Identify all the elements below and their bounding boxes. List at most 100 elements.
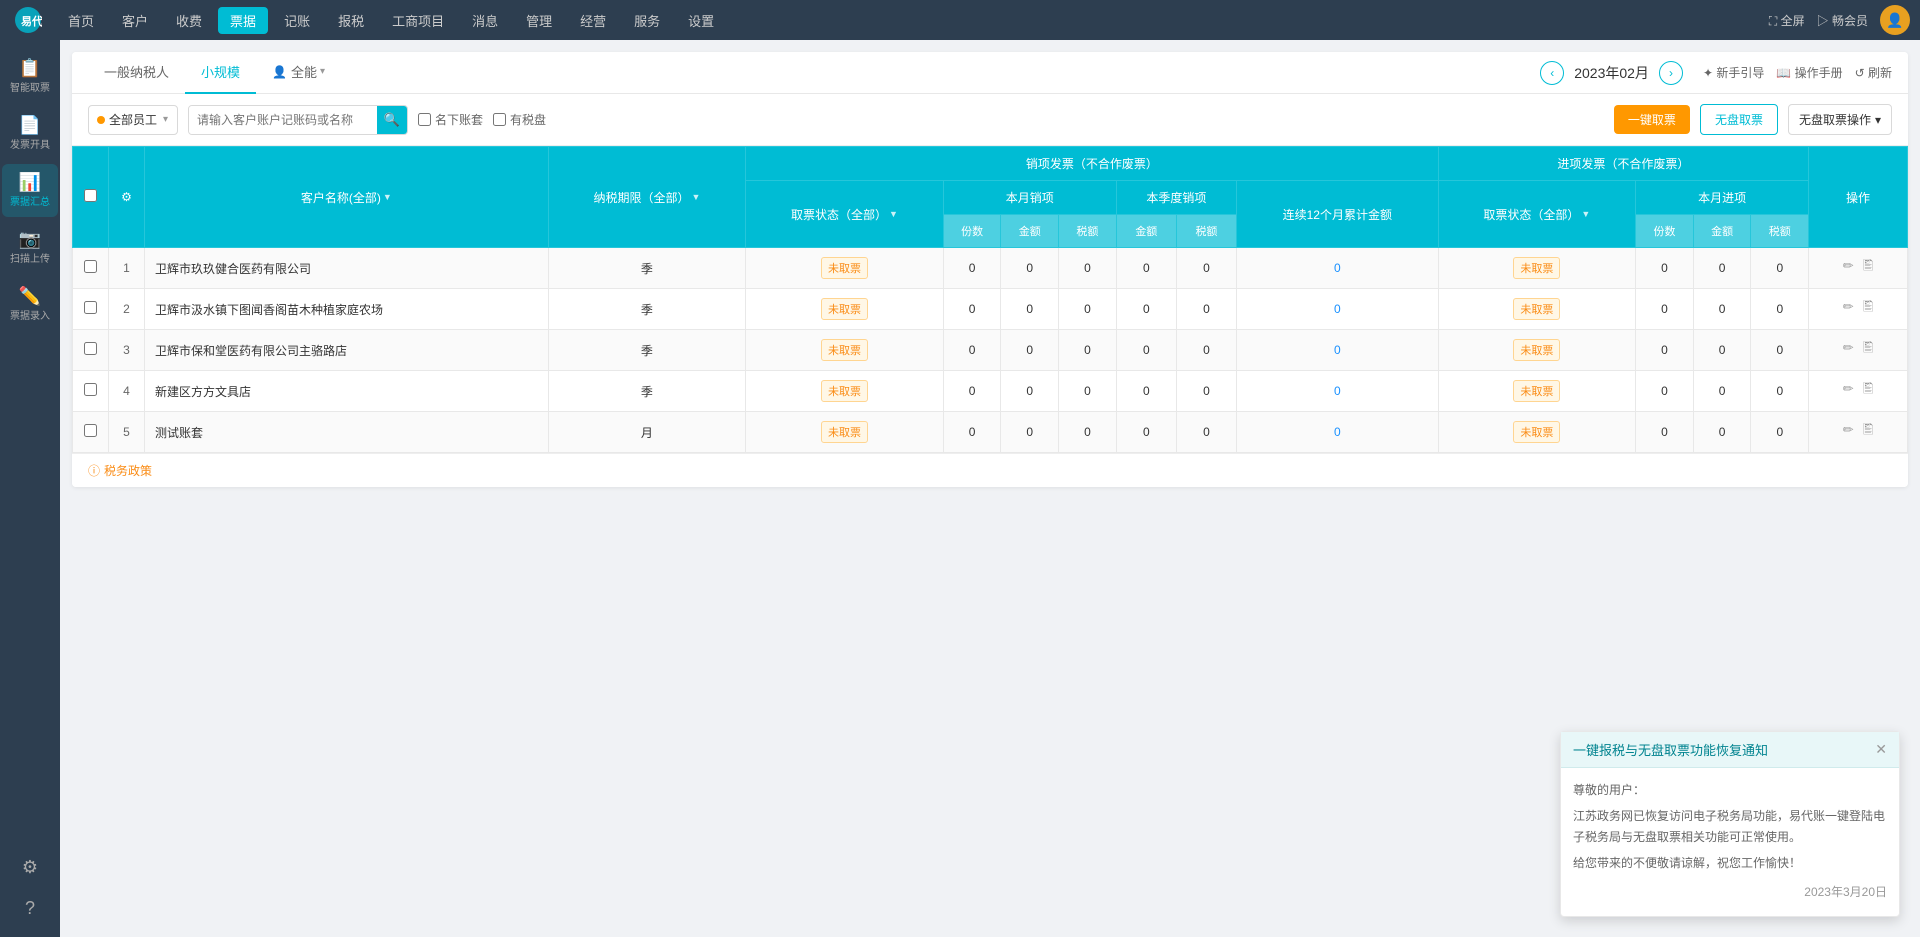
sidebar-label: 票据录入 [10,311,50,323]
row-purchase-status: 未取票 [1438,412,1636,453]
row-num: 1 [109,248,145,289]
top-nav: 易代 首页客户收费票据记账报税工商项目消息管理经营服务设置 ⛶ 全屏 ▷ 畅会员… [0,0,1920,40]
th-sales-month: 本月销项 [943,181,1116,215]
sidebar-item-票据汇总[interactable]: 📊 票据汇总 [2,164,58,217]
row-sm-shuie: 0 [1059,330,1117,371]
nav-item-收费[interactable]: 收费 [164,7,214,34]
row-sm-jine: 0 [1001,248,1059,289]
row-checkbox[interactable] [84,424,97,437]
sidebar-icon: ✏️ [19,286,41,307]
row-sq-shuie: 0 [1176,330,1236,371]
view-btn[interactable]: 🖺 [1860,419,1876,445]
view-btn[interactable]: 🖺 [1860,296,1876,322]
row-taxperiod: 季 [548,289,746,330]
sidebar-item-票据录入[interactable]: ✏️ 票据录入 [2,278,58,331]
row-checkbox[interactable] [84,301,97,314]
tab-all[interactable]: 👤 全能 ▾ [256,52,341,94]
fullscreen-btn[interactable]: ⛶ 全屏 [1769,12,1805,29]
nav-item-管理[interactable]: 管理 [514,7,564,34]
notif-content: 江苏政务网已恢复访问电子税务局功能，易代账一键登陆电子税务局与无盘取票相关功能可… [1573,806,1887,849]
row-sy-jine: 0 [1237,330,1439,371]
notif-close-btn[interactable]: ✕ [1875,741,1887,758]
view-btn[interactable]: 🖺 [1860,337,1876,363]
row-sm-shuie: 0 [1059,248,1117,289]
edit-btn[interactable]: ✏ [1840,338,1857,358]
sidebar-item-扫描上传[interactable]: 📷 扫描上传 [2,221,58,274]
sub-tabs-right: ✦ 新手引导 📖 操作手册 ↺ 刷新 [1703,64,1892,81]
th-settings[interactable]: ⚙ [109,147,145,248]
row-pm-fen: 0 [1636,412,1694,453]
view-btn[interactable]: 🖺 [1860,378,1876,404]
checkbox-taxpanel-input[interactable] [493,113,506,126]
sidebar-item-发票开具[interactable]: 📄 发票开具 [2,107,58,160]
logo[interactable]: 易代 [10,2,46,38]
refresh-btn[interactable]: ↺ 刷新 [1855,64,1892,81]
purchase-status-filter-icon[interactable]: ▼ [1581,209,1590,219]
sales-status-filter-icon[interactable]: ▼ [889,209,898,219]
sidebar-item-智能取票[interactable]: 📋 智能取票 [2,50,58,103]
nav-item-记账[interactable]: 记账 [272,7,322,34]
one-click-btn[interactable]: 一键取票 [1614,105,1690,134]
nav-item-经营[interactable]: 经营 [568,7,618,34]
search-box: 🔍 [188,105,408,135]
row-sq-jine: 0 [1116,248,1176,289]
checkbox-taxpanel[interactable]: 有税盘 [493,111,546,128]
diskless-btn[interactable]: 无盘取票 [1700,104,1778,135]
search-input[interactable] [189,106,377,134]
row-sales-status: 未取票 [746,248,944,289]
nav-item-消息[interactable]: 消息 [460,7,510,34]
sidebar-bottom-item-帮助[interactable]: ? [2,890,58,927]
table-row: 4 新建区方方文具店 季 未取票 0 0 0 0 0 0 未取票 0 0 0 ✏… [73,371,1908,412]
row-customer: 卫辉市汲水镇下图闻香阁苗木种植家庭农场 [145,289,549,330]
guide-btn[interactable]: ✦ 新手引导 [1703,64,1764,81]
checkbox-accounts-input[interactable] [418,113,431,126]
row-pm-jine: 0 [1693,248,1751,289]
nav-item-服务[interactable]: 服务 [622,7,672,34]
nav-item-工商项目[interactable]: 工商项目 [380,7,456,34]
table-row: 2 卫辉市汲水镇下图闻香阁苗木种植家庭农场 季 未取票 0 0 0 0 0 0 … [73,289,1908,330]
row-checkbox[interactable] [84,260,97,273]
date-next-btn[interactable]: › [1659,61,1683,85]
taxperiod-filter-icon[interactable]: ▼ [691,192,700,202]
avatar[interactable]: 👤 [1880,5,1910,35]
edit-btn[interactable]: ✏ [1840,379,1857,399]
search-btn[interactable]: 🔍 [377,105,407,135]
employee-dropdown-icon: ▾ [163,114,168,125]
sub-tabs-bar: 一般纳税人 小规模 👤 全能 ▾ ‹ 2023年02月 › ✦ 新手引导 📖 操… [72,52,1908,94]
row-checkbox[interactable] [84,383,97,396]
checkbox-taxpanel-label: 有税盘 [510,111,546,128]
member-btn[interactable]: ▷ 畅会员 [1817,12,1868,29]
tab-small[interactable]: 小规模 [185,52,256,94]
nav-item-报税[interactable]: 报税 [326,7,376,34]
bottom-bar[interactable]: ⓘ 税务政策 [72,453,1908,487]
customer-filter-icon[interactable]: ▼ [383,192,392,202]
edit-btn[interactable]: ✏ [1840,297,1857,317]
nav-item-首页[interactable]: 首页 [56,7,106,34]
sidebar-icon: 📋 [19,58,41,79]
sidebar-bottom-item-设置[interactable]: ⚙ [2,849,58,886]
toolbar: 全部员工 ▾ 🔍 名下账套 有税盘 一键取票 无盘取票 无盘取票操作 ▾ [72,94,1908,146]
sidebar-label: 扫描上传 [10,254,50,266]
view-btn[interactable]: 🖺 [1860,255,1876,281]
nav-item-设置[interactable]: 设置 [676,7,726,34]
checkbox-accounts[interactable]: 名下账套 [418,111,483,128]
select-all-checkbox[interactable] [84,189,97,202]
notification-panel: 一键报税与无盘取票功能恢复通知 ✕ 尊敬的用户： 江苏政务网已恢复访问电子税务局… [1560,731,1900,917]
date-prev-btn[interactable]: ‹ [1540,61,1564,85]
bottom-bar-label: 税务政策 [104,462,152,479]
manual-btn[interactable]: 📖 操作手册 [1776,64,1842,81]
row-actions: ✏ 🖺 [1809,412,1908,453]
row-sm-shuie: 0 [1059,412,1117,453]
nav-item-票据[interactable]: 票据 [218,7,268,34]
edit-btn[interactable]: ✏ [1840,256,1857,276]
th-sales-group: 销项发票（不合作废票） [746,147,1438,181]
row-customer: 新建区方方文具店 [145,371,549,412]
employee-select[interactable]: 全部员工 ▾ [88,105,178,135]
employee-label: 全部员工 [109,111,157,128]
tab-general[interactable]: 一般纳税人 [88,52,185,94]
row-actions: ✏ 🖺 [1809,289,1908,330]
row-checkbox[interactable] [84,342,97,355]
edit-btn[interactable]: ✏ [1840,420,1857,440]
nav-item-客户[interactable]: 客户 [110,7,160,34]
diskless-op-btn[interactable]: 无盘取票操作 ▾ [1788,104,1892,135]
